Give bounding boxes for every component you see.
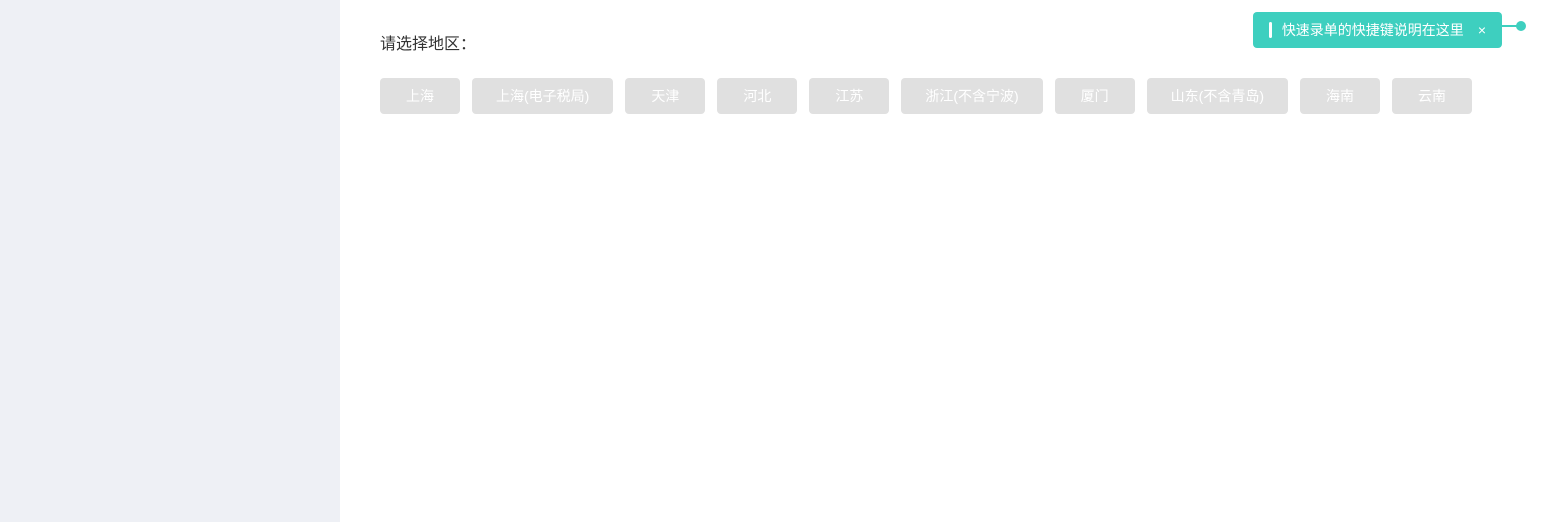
region-button-hainan[interactable]: 海南 [1300, 78, 1380, 114]
region-buttons: 上海上海(电子税局) 天津河北江苏浙江(不含宁波) 厦门山东(不含青岛) 海南云南 [380, 78, 1522, 114]
region-button-zhejiang[interactable]: 浙江(不含宁波) [901, 78, 1042, 114]
sidebar [0, 0, 340, 522]
region-button-shanghai-etax[interactable]: 上海(电子税局) [472, 78, 613, 114]
region-button-shanghai[interactable]: 上海 [380, 78, 460, 114]
tooltip-banner: 快速录单的快捷键说明在这里 × [1253, 12, 1502, 48]
region-button-hebei[interactable]: 河北 [717, 78, 797, 114]
main-content: 请选择地区： 上海上海(电子税局)天津河北江苏浙江(不含宁波)厦门山东(不含青岛… [340, 0, 1562, 522]
region-button-yunnan[interactable]: 云南 [1392, 78, 1472, 114]
tooltip-dot [1516, 21, 1526, 31]
region-button-shandong[interactable]: 山东(不含青岛) [1147, 78, 1288, 114]
region-button-tianjin[interactable]: 天津 [625, 78, 705, 114]
tooltip-text: 快速录单的快捷键说明在这里 [1282, 20, 1464, 40]
region-button-jiangsu[interactable]: 江苏 [809, 78, 889, 114]
region-button-xiamen[interactable]: 厦门 [1055, 78, 1135, 114]
tooltip-close-button[interactable]: × [1478, 22, 1486, 38]
